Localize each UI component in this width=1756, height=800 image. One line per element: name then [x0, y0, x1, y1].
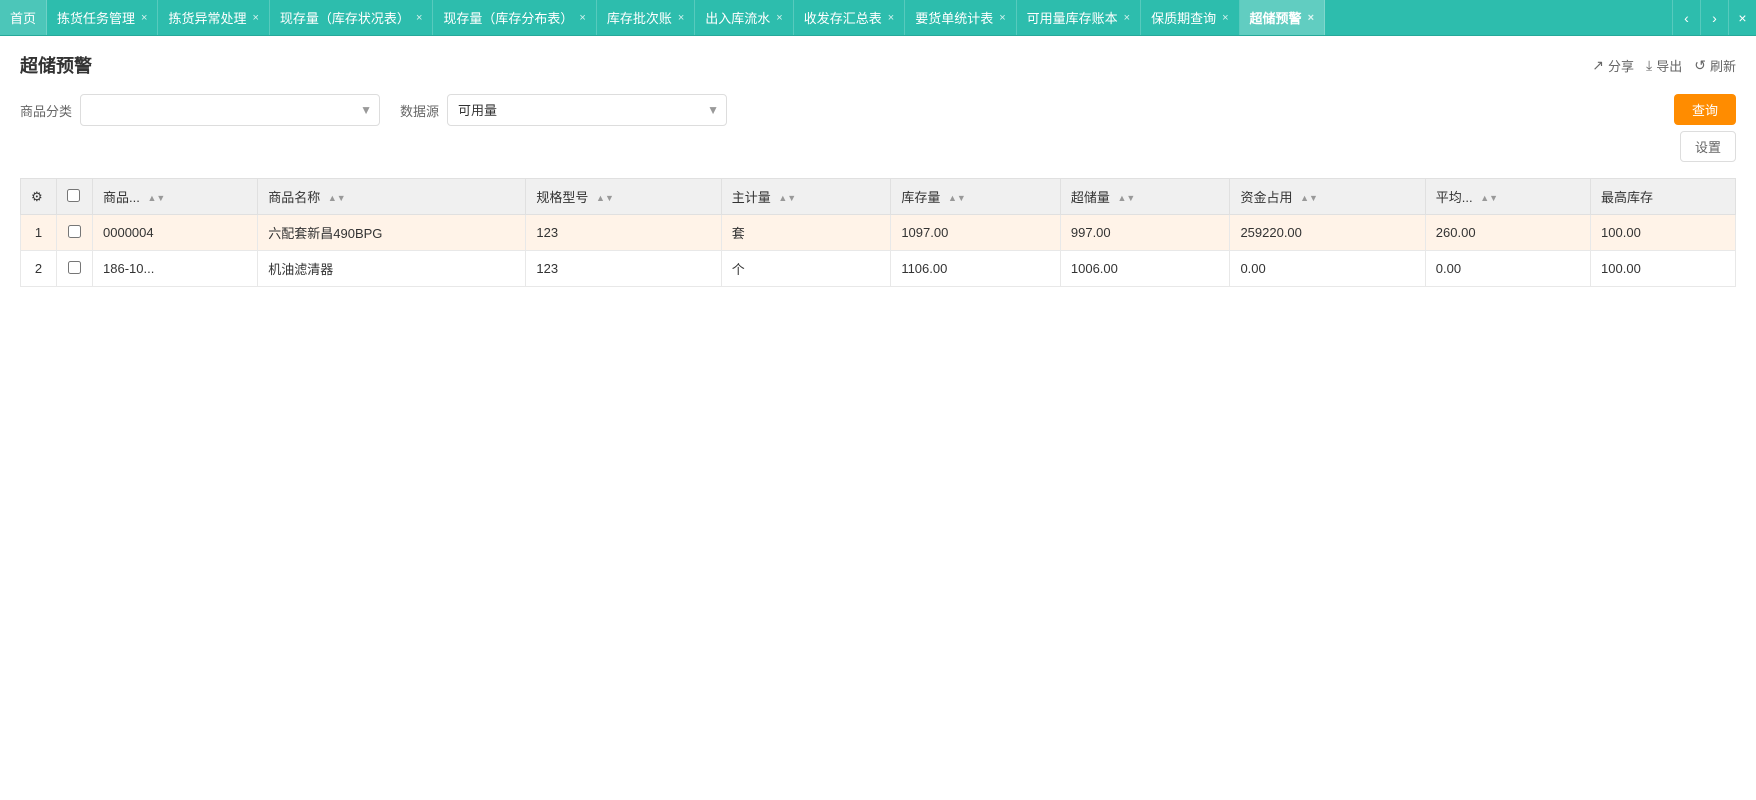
row-avg: 260.00: [1425, 215, 1590, 251]
sort-icon: ▲▼: [1300, 194, 1318, 203]
nav-pick-exception[interactable]: 拣货异常处理 ×: [158, 0, 269, 35]
close-icon[interactable]: ×: [579, 12, 585, 24]
close-icon[interactable]: ×: [1124, 12, 1130, 24]
row-checkbox[interactable]: [68, 261, 81, 274]
refresh-action[interactable]: ↺ 刷新: [1694, 56, 1736, 75]
row-unit: 套: [721, 215, 891, 251]
row-spec: 123: [526, 251, 721, 287]
datasource-filter: 数据源 可用量 库存量 ▼: [400, 94, 727, 126]
nav-home[interactable]: 首页: [0, 0, 47, 35]
row-stock: 1106.00: [891, 251, 1061, 287]
category-select-wrapper: ▼: [80, 94, 380, 126]
col-overstock-header[interactable]: 超储量 ▲▼: [1060, 179, 1230, 215]
col-name-header[interactable]: 商品名称 ▲▼: [258, 179, 526, 215]
row-stock: 1097.00: [891, 215, 1061, 251]
nav-overstock[interactable]: 超储预警 ×: [1240, 0, 1325, 35]
sort-icon: ▲▼: [596, 194, 614, 203]
nav-order-stat[interactable]: 要货单统计表 ×: [905, 0, 1016, 35]
col-spec-header[interactable]: 规格型号 ▲▼: [526, 179, 721, 215]
row-maxstock: 100.00: [1591, 251, 1736, 287]
category-label: 商品分类: [20, 101, 72, 120]
nav-stock-dist[interactable]: 现存量（库存分布表） ×: [433, 0, 596, 35]
nav-avail-stock[interactable]: 可用量库存账本 ×: [1017, 0, 1141, 35]
row-capital: 259220.00: [1230, 215, 1425, 251]
row-avg: 0.00: [1425, 251, 1590, 287]
row-checkbox-cell[interactable]: [57, 251, 93, 287]
row-checkbox-cell[interactable]: [57, 215, 93, 251]
select-all-checkbox[interactable]: [67, 189, 80, 202]
nav-pick-task[interactable]: 拣货任务管理 ×: [47, 0, 158, 35]
export-icon: ⤓: [1646, 57, 1652, 74]
share-icon: ↗: [1592, 57, 1604, 74]
col-code-header[interactable]: 商品... ▲▼: [93, 179, 258, 215]
close-icon[interactable]: ×: [999, 12, 1005, 24]
col-maxstock-header[interactable]: 最高库存: [1591, 179, 1736, 215]
page-header: 超储预警 ↗ 分享 ⤓ 导出 ↺ 刷新: [20, 52, 1736, 78]
nav-shelf-life[interactable]: 保质期查询 ×: [1141, 0, 1239, 35]
filter-section: 商品分类 ▼ 数据源 可用量 库存量 ▼ 查询 设置: [20, 94, 1736, 162]
sort-icon: ▲▼: [778, 194, 796, 203]
row-code: 0000004: [93, 215, 258, 251]
table-row: 2 186-10... 机油滤清器 123 个 1106.00 1006.00 …: [21, 251, 1736, 287]
data-table: ⚙ 商品... ▲▼ 商品名称 ▲▼ 规格型号 ▲▼ 主计: [20, 178, 1736, 287]
nav-arrow-left-button[interactable]: ‹: [1672, 0, 1700, 35]
checkbox-header[interactable]: [57, 179, 93, 215]
datasource-select-wrapper: 可用量 库存量 ▼: [447, 94, 727, 126]
col-stock-header[interactable]: 库存量 ▲▼: [891, 179, 1061, 215]
sort-icon: ▲▼: [948, 194, 966, 203]
sort-icon: ▲▼: [1118, 194, 1136, 203]
nav-close-button[interactable]: ×: [1728, 0, 1756, 35]
close-icon[interactable]: ×: [776, 12, 782, 24]
row-name: 六配套新昌490BPG: [258, 215, 526, 251]
row-index: 2: [21, 251, 57, 287]
share-action[interactable]: ↗ 分享: [1592, 56, 1634, 75]
row-index: 1: [21, 215, 57, 251]
page-content: 超储预警 ↗ 分享 ⤓ 导出 ↺ 刷新 商品分类 ▼: [0, 36, 1756, 800]
gear-icon: ⚙: [31, 189, 43, 204]
row-overstock: 997.00: [1060, 215, 1230, 251]
close-icon[interactable]: ×: [416, 12, 422, 24]
nav-inout-flow[interactable]: 出入库流水 ×: [695, 0, 793, 35]
category-filter: 商品分类 ▼: [20, 94, 380, 126]
row-spec: 123: [526, 215, 721, 251]
close-icon[interactable]: ×: [141, 12, 147, 24]
close-icon[interactable]: ×: [1222, 12, 1228, 24]
row-unit: 个: [721, 251, 891, 287]
top-navigation: 首页 拣货任务管理 × 拣货异常处理 × 现存量（库存状况表） × 现存量（库存…: [0, 0, 1756, 36]
settings-button[interactable]: 设置: [1680, 131, 1736, 162]
nav-recv-send[interactable]: 收发存汇总表 ×: [794, 0, 905, 35]
datasource-label: 数据源: [400, 101, 439, 120]
action-buttons: 查询 设置: [1674, 94, 1736, 162]
page-title: 超储预警: [20, 52, 92, 78]
settings-gear-header[interactable]: ⚙: [21, 179, 57, 215]
sort-icon: ▲▼: [1480, 194, 1498, 203]
row-maxstock: 100.00: [1591, 215, 1736, 251]
row-overstock: 1006.00: [1060, 251, 1230, 287]
sort-icon: ▲▼: [328, 194, 346, 203]
datasource-select[interactable]: 可用量 库存量: [447, 94, 727, 126]
close-icon[interactable]: ×: [888, 12, 894, 24]
header-actions: ↗ 分享 ⤓ 导出 ↺ 刷新: [1592, 56, 1736, 75]
close-icon[interactable]: ×: [252, 12, 258, 24]
nav-batch-account[interactable]: 库存批次账 ×: [597, 0, 695, 35]
category-select[interactable]: [80, 94, 380, 126]
nav-arrow-right-button[interactable]: ›: [1700, 0, 1728, 35]
col-capital-header[interactable]: 资金占用 ▲▼: [1230, 179, 1425, 215]
row-code: 186-10...: [93, 251, 258, 287]
col-unit-header[interactable]: 主计量 ▲▼: [721, 179, 891, 215]
table-row: 1 0000004 六配套新昌490BPG 123 套 1097.00 997.…: [21, 215, 1736, 251]
nav-stock-status[interactable]: 现存量（库存状况表） ×: [270, 0, 433, 35]
sort-icon: ▲▼: [147, 194, 165, 203]
close-icon[interactable]: ×: [1308, 12, 1314, 24]
query-button[interactable]: 查询: [1674, 94, 1736, 125]
col-avg-header[interactable]: 平均... ▲▼: [1425, 179, 1590, 215]
row-capital: 0.00: [1230, 251, 1425, 287]
row-name: 机油滤清器: [258, 251, 526, 287]
nav-arrow-group: ‹ › ×: [1672, 0, 1756, 35]
export-action[interactable]: ⤓ 导出: [1646, 56, 1682, 75]
close-icon[interactable]: ×: [678, 12, 684, 24]
refresh-icon: ↺: [1694, 57, 1706, 74]
row-checkbox[interactable]: [68, 225, 81, 238]
